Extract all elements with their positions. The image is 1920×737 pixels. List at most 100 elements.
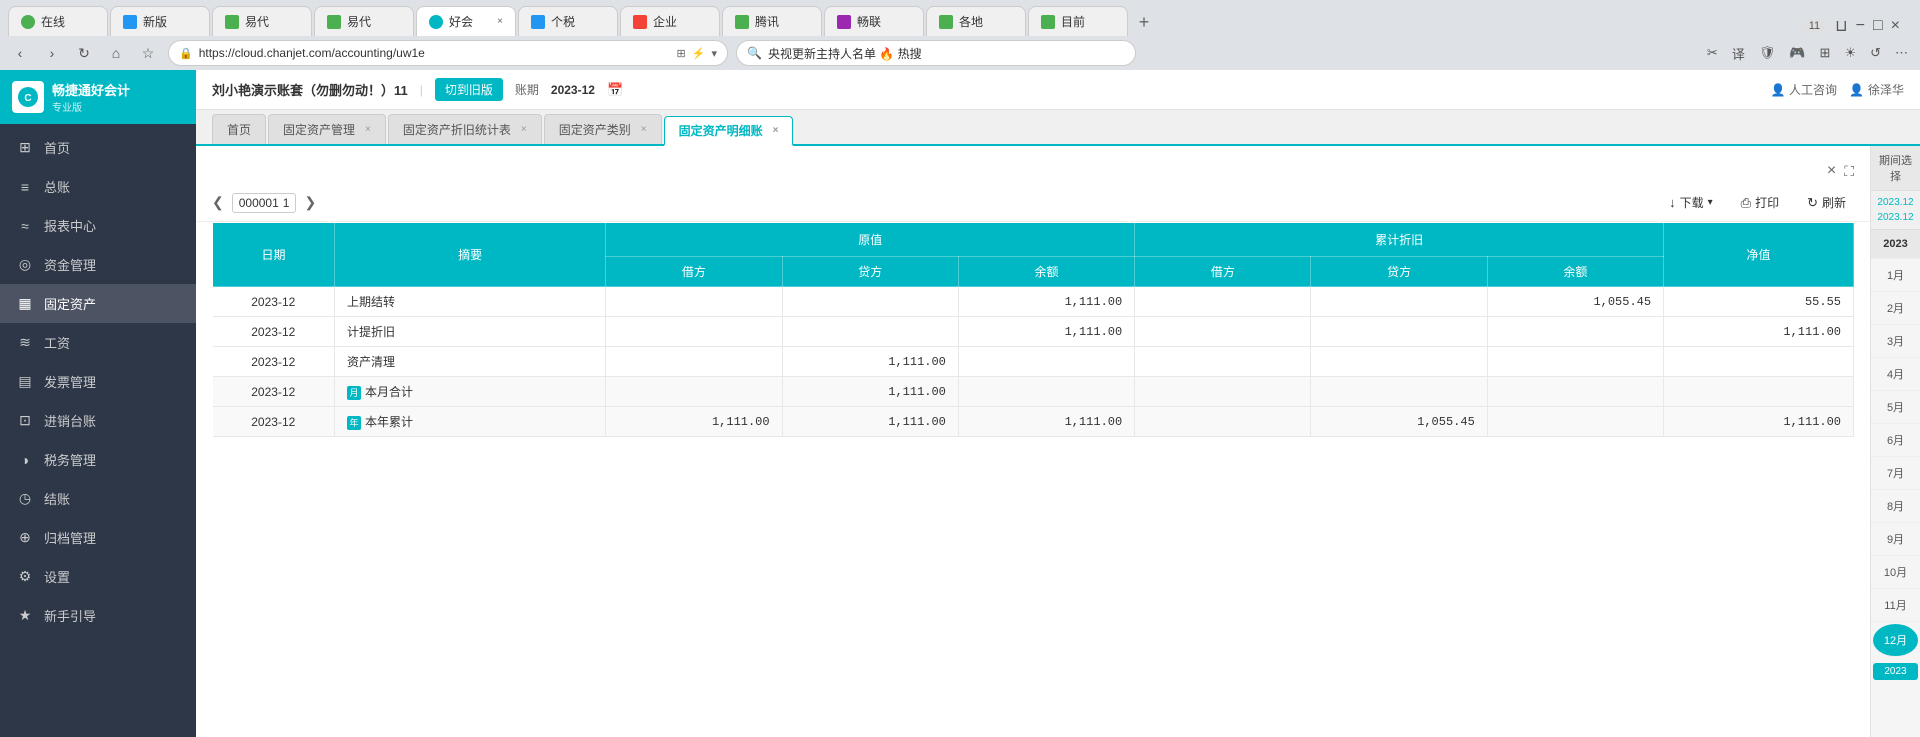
cell-yz-debit-3 — [606, 377, 782, 407]
print-icon: ⎙ — [1741, 195, 1751, 211]
period-end-date[interactable]: 2023.12 — [1875, 210, 1916, 225]
browser-tab-online[interactable]: 在线 — [8, 6, 108, 36]
print-btn[interactable]: ⎙ 打印 — [1733, 190, 1787, 215]
browser-tab-haohui[interactable]: 好会 × — [416, 6, 516, 36]
switch-version-button[interactable]: 切到旧版 — [435, 78, 503, 101]
period-month-3[interactable]: 3月 — [1871, 325, 1920, 358]
calendar-icon[interactable]: 📅 — [607, 82, 623, 98]
tab-fixed-category[interactable]: 固定资产类别 × — [544, 114, 662, 144]
period-month-11[interactable]: 11月 — [1871, 589, 1920, 622]
sidebar-label-ledger: 总账 — [44, 177, 70, 196]
next-page-btn[interactable]: ❯ — [304, 194, 316, 211]
shield-btn[interactable]: 🛡 — [1755, 43, 1780, 63]
browser-tab-qiye[interactable]: 企业 — [620, 6, 720, 36]
period-month-12[interactable]: 12月 — [1873, 624, 1918, 657]
sidebar-item-home[interactable]: ⊞ 首页 — [0, 128, 196, 167]
address-bar[interactable]: 🔒 https://cloud.chanjet.com/accounting/u… — [168, 40, 728, 66]
period-month-10[interactable]: 10月 — [1871, 556, 1920, 589]
sidebar-item-archive[interactable]: ⊕ 归档管理 — [0, 518, 196, 557]
period-month-6[interactable]: 6月 — [1871, 424, 1920, 457]
period-month-2[interactable]: 2月 — [1871, 292, 1920, 325]
refresh-btn[interactable]: ↻ 刷新 — [1799, 190, 1854, 215]
sidebar-item-invoice[interactable]: ▤ 发票管理 — [0, 362, 196, 401]
nav-star-btn[interactable]: ☆ — [136, 41, 160, 65]
sidebar-item-newbie[interactable]: ★ 新手引导 — [0, 596, 196, 635]
nav-forward-btn[interactable]: › — [40, 41, 64, 65]
year-badge: 2023 — [1873, 663, 1918, 680]
browser-tab-geshui[interactable]: 个税 — [518, 6, 618, 36]
browser-tab-muqian[interactable]: 目前 — [1028, 6, 1128, 36]
tab-close-fixed-mgmt[interactable]: × — [365, 124, 371, 135]
layout-btn[interactable]: ⊞ — [1816, 43, 1835, 63]
tab-close-fixed-category[interactable]: × — [641, 124, 647, 135]
game-btn[interactable]: 🎮 — [1785, 43, 1809, 63]
browser-tab-gedi[interactable]: 各地 — [926, 6, 1026, 36]
search-bar[interactable]: 🔍 央视更新主持人名单 🔥 热搜 — [736, 40, 1136, 66]
sidebar-item-purchase[interactable]: ⊡ 进销台账 — [0, 401, 196, 440]
sidebar-item-settings[interactable]: ⚙ 设置 — [0, 557, 196, 596]
fixed-asset-table: 日期 摘要 原值 累计折旧 净值 借方 贷方 余额 — [212, 222, 1854, 437]
tab-close-haohui[interactable]: × — [497, 16, 503, 27]
sidebar-item-payroll[interactable]: ≋ 工资 — [0, 323, 196, 362]
nav-refresh-btn[interactable]: ↻ — [72, 41, 96, 65]
tab-fixed-mgmt[interactable]: 固定资产管理 × — [268, 114, 386, 144]
tab-home[interactable]: 首页 — [212, 114, 266, 144]
sidebar-item-funds[interactable]: ◎ 资金管理 — [0, 245, 196, 284]
nav-back-btn[interactable]: ‹ — [8, 41, 32, 65]
cell-netvalue-3 — [1664, 377, 1854, 407]
sidebar-item-reports[interactable]: ≈ 报表中心 — [0, 206, 196, 245]
download-btn[interactable]: ↓ 下载 ▾ — [1661, 190, 1721, 215]
period-month-9[interactable]: 9月 — [1871, 523, 1920, 556]
more-btn[interactable]: ⋯ — [1891, 43, 1912, 63]
scissors-btn[interactable]: ✂ — [1703, 43, 1722, 63]
tab-depreciation-stat[interactable]: 固定资产折旧统计表 × — [388, 114, 542, 144]
sidebar-label-closing: 结账 — [44, 489, 70, 508]
browser-tab-tencent[interactable]: 腾讯 — [722, 6, 822, 36]
period-month-8[interactable]: 8月 — [1871, 490, 1920, 523]
sidebar-item-fixed[interactable]: ▦ 固定资产 — [0, 284, 196, 323]
address-expand-icon[interactable]: ▾ — [711, 47, 717, 60]
sidebar-item-ledger[interactable]: ≡ 总账 — [0, 167, 196, 206]
cell-netvalue-0: 55.55 — [1664, 287, 1854, 317]
browser-tab-new[interactable]: 新版 — [110, 6, 210, 36]
browser-tab-yidai2[interactable]: 易代 — [314, 6, 414, 36]
cell-yz-debit-1 — [606, 317, 782, 347]
period-start-date[interactable]: 2023.12 — [1875, 195, 1916, 210]
period-value: 2023-12 — [551, 83, 595, 97]
sidebar-item-tax[interactable]: ◑ 税务管理 — [0, 440, 196, 479]
period-month-5[interactable]: 5月 — [1871, 391, 1920, 424]
newbie-icon: ★ — [16, 607, 34, 625]
history-btn[interactable]: ↺ — [1866, 43, 1885, 63]
close-panel-btn[interactable]: × — [1827, 162, 1836, 180]
tab-close-fixed-detail[interactable]: × — [773, 125, 779, 136]
sidebar-label-fixed: 固定资产 — [44, 294, 96, 313]
sidebar-label-funds: 资金管理 — [44, 255, 96, 274]
brightness-btn[interactable]: ☀ — [1840, 43, 1860, 63]
cell-yz-balance-3 — [958, 377, 1134, 407]
browser-profile-btn[interactable]: ⊔ — [1835, 16, 1847, 36]
translate-btn[interactable]: 译 — [1728, 42, 1749, 65]
new-tab-button[interactable]: + — [1130, 8, 1158, 36]
period-month-4[interactable]: 4月 — [1871, 358, 1920, 391]
table-row: 2023-12 计提折旧 1,111.00 1,111.00 — [213, 317, 1854, 347]
period-month-1[interactable]: 1月 — [1871, 259, 1920, 292]
tab-depreciation-stat-label: 固定资产折旧统计表 — [403, 121, 511, 138]
tab-close-depreciation-stat[interactable]: × — [521, 124, 527, 135]
support-btn[interactable]: 👤 人工咨询 — [1771, 81, 1837, 98]
sidebar-item-closing[interactable]: ◷ 结账 — [0, 479, 196, 518]
browser-close-btn[interactable]: × — [1891, 17, 1900, 35]
browser-tab-chang[interactable]: 畅联 — [824, 6, 924, 36]
tab-fixed-detail[interactable]: 固定资产明细账 × — [664, 116, 794, 146]
browser-maximize-btn[interactable]: □ — [1873, 17, 1883, 35]
nav-home-btn[interactable]: ⌂ — [104, 41, 128, 65]
browser-minimize-btn[interactable]: − — [1856, 17, 1865, 35]
prev-page-btn[interactable]: ❮ — [212, 194, 224, 211]
row-tag-month: 月 — [347, 386, 361, 400]
expand-panel-btn[interactable]: ⛶ — [1844, 163, 1854, 180]
period-month-7[interactable]: 7月 — [1871, 457, 1920, 490]
browser-tab-yidai1[interactable]: 易代 — [212, 6, 312, 36]
main-panel: × ⛶ ❮ 000001 1 ❯ ↓ — [196, 146, 1870, 737]
row-tag-year: 年 — [347, 416, 361, 430]
sidebar-label-payroll: 工资 — [44, 333, 70, 352]
sidebar-label-purchase: 进销台账 — [44, 411, 96, 430]
